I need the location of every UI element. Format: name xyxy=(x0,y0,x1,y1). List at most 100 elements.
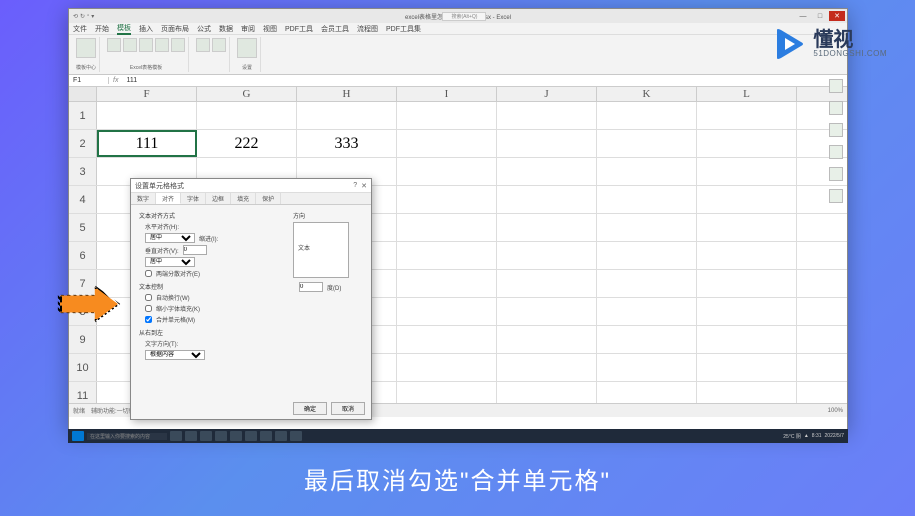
tab-fill[interactable]: 填充 xyxy=(231,193,256,204)
qat-redo-icon[interactable]: ↻ xyxy=(80,13,85,20)
row-header[interactable]: 10 xyxy=(69,354,97,381)
row-header[interactable]: 2 xyxy=(69,130,97,157)
taskbar-app-icon[interactable] xyxy=(230,431,242,441)
misc-icon[interactable] xyxy=(212,38,226,52)
template-icon[interactable] xyxy=(171,38,185,52)
cell[interactable] xyxy=(697,214,797,241)
menu-review[interactable]: 审阅 xyxy=(241,24,255,34)
template-icon[interactable] xyxy=(155,38,169,52)
cell[interactable] xyxy=(697,354,797,381)
shrink-checkbox[interactable] xyxy=(145,305,152,312)
qat-undo-icon[interactable]: ⟲ xyxy=(73,13,78,20)
col-header-h[interactable]: H xyxy=(297,87,397,101)
cell[interactable] xyxy=(497,242,597,269)
orientation-control[interactable]: 文本 xyxy=(293,222,349,278)
template-icon[interactable] xyxy=(139,38,153,52)
cell[interactable] xyxy=(497,326,597,353)
row-header[interactable]: 3 xyxy=(69,158,97,185)
cell[interactable] xyxy=(297,102,397,129)
taskbar-app-icon[interactable] xyxy=(200,431,212,441)
degree-input[interactable] xyxy=(299,282,323,292)
clock-time[interactable]: 8:31 xyxy=(812,433,822,439)
menu-home[interactable]: 开始 xyxy=(95,24,109,34)
search-box[interactable]: 搜索(Alt+Q) xyxy=(442,12,486,21)
cell[interactable] xyxy=(597,242,697,269)
menu-view[interactable]: 视图 xyxy=(263,24,277,34)
cell[interactable] xyxy=(497,186,597,213)
cell[interactable] xyxy=(697,158,797,185)
cell[interactable] xyxy=(597,186,697,213)
justify-checkbox[interactable] xyxy=(145,270,152,277)
row-header[interactable]: 5 xyxy=(69,214,97,241)
taskbar-app-icon[interactable] xyxy=(185,431,197,441)
tab-alignment[interactable]: 对齐 xyxy=(156,193,181,204)
close-button[interactable]: ✕ xyxy=(829,11,845,21)
select-all-corner[interactable] xyxy=(69,87,97,101)
clock-date[interactable]: 2022/5/7 xyxy=(825,433,844,439)
cell[interactable] xyxy=(597,102,697,129)
h-align-select[interactable]: 居中 xyxy=(145,233,195,243)
tab-number[interactable]: 数字 xyxy=(131,193,156,204)
col-header-i[interactable]: I xyxy=(397,87,497,101)
zoom-level[interactable]: 100% xyxy=(828,408,843,414)
formula-input[interactable]: 111 xyxy=(122,77,141,84)
cell[interactable] xyxy=(697,270,797,297)
panel-item[interactable] xyxy=(829,123,843,137)
row-header[interactable]: 9 xyxy=(69,326,97,353)
cell[interactable] xyxy=(397,186,497,213)
row-header[interactable]: 1 xyxy=(69,102,97,129)
tab-font[interactable]: 字体 xyxy=(181,193,206,204)
weather[interactable]: 25°C 阴 xyxy=(783,433,801,440)
cell[interactable]: 111 xyxy=(97,130,197,157)
panel-item[interactable] xyxy=(829,101,843,115)
cell[interactable] xyxy=(397,354,497,381)
cell[interactable] xyxy=(597,298,697,325)
cell[interactable] xyxy=(497,130,597,157)
row-header[interactable]: 4 xyxy=(69,186,97,213)
menu-formula[interactable]: 公式 xyxy=(197,24,211,34)
cell[interactable] xyxy=(697,130,797,157)
cell[interactable] xyxy=(697,242,797,269)
cell[interactable] xyxy=(197,102,297,129)
cell[interactable] xyxy=(497,158,597,185)
cell[interactable] xyxy=(397,270,497,297)
col-header-g[interactable]: G xyxy=(197,87,297,101)
start-button[interactable] xyxy=(72,431,84,441)
wrap-checkbox[interactable] xyxy=(145,294,152,301)
maximize-button[interactable]: □ xyxy=(812,11,828,21)
name-box[interactable]: F1 xyxy=(69,77,109,84)
template-icon[interactable] xyxy=(123,38,137,52)
cell[interactable] xyxy=(497,270,597,297)
minimize-button[interactable]: — xyxy=(795,11,811,21)
cell[interactable] xyxy=(397,298,497,325)
panel-item[interactable] xyxy=(829,145,843,159)
col-header-l[interactable]: L xyxy=(697,87,797,101)
cell[interactable] xyxy=(697,326,797,353)
tab-border[interactable]: 边框 xyxy=(206,193,231,204)
cell[interactable] xyxy=(597,270,697,297)
menu-insert[interactable]: 插入 xyxy=(139,24,153,34)
indent-input[interactable] xyxy=(183,245,207,255)
menu-flow[interactable]: 流程图 xyxy=(357,24,378,34)
ok-button[interactable]: 确定 xyxy=(293,402,327,415)
cell[interactable] xyxy=(597,214,697,241)
cell[interactable]: 333 xyxy=(297,130,397,157)
cell[interactable] xyxy=(397,242,497,269)
row-header[interactable]: 6 xyxy=(69,242,97,269)
cell[interactable] xyxy=(397,214,497,241)
cell[interactable] xyxy=(597,130,697,157)
tray-icon[interactable]: ▲ xyxy=(804,433,809,439)
cell[interactable] xyxy=(397,326,497,353)
dir-select[interactable]: 根据内容 xyxy=(145,350,205,360)
taskbar-app-icon[interactable] xyxy=(260,431,272,441)
taskbar-app-icon[interactable] xyxy=(275,431,287,441)
settings-icon[interactable] xyxy=(237,38,257,58)
merge-cells-checkbox[interactable] xyxy=(145,316,152,323)
v-align-select[interactable]: 居中 xyxy=(145,257,195,267)
cell[interactable] xyxy=(597,354,697,381)
cell[interactable] xyxy=(697,102,797,129)
cell[interactable] xyxy=(97,102,197,129)
cell[interactable] xyxy=(597,326,697,353)
col-header-j[interactable]: J xyxy=(497,87,597,101)
menu-member[interactable]: 会员工具 xyxy=(321,24,349,34)
